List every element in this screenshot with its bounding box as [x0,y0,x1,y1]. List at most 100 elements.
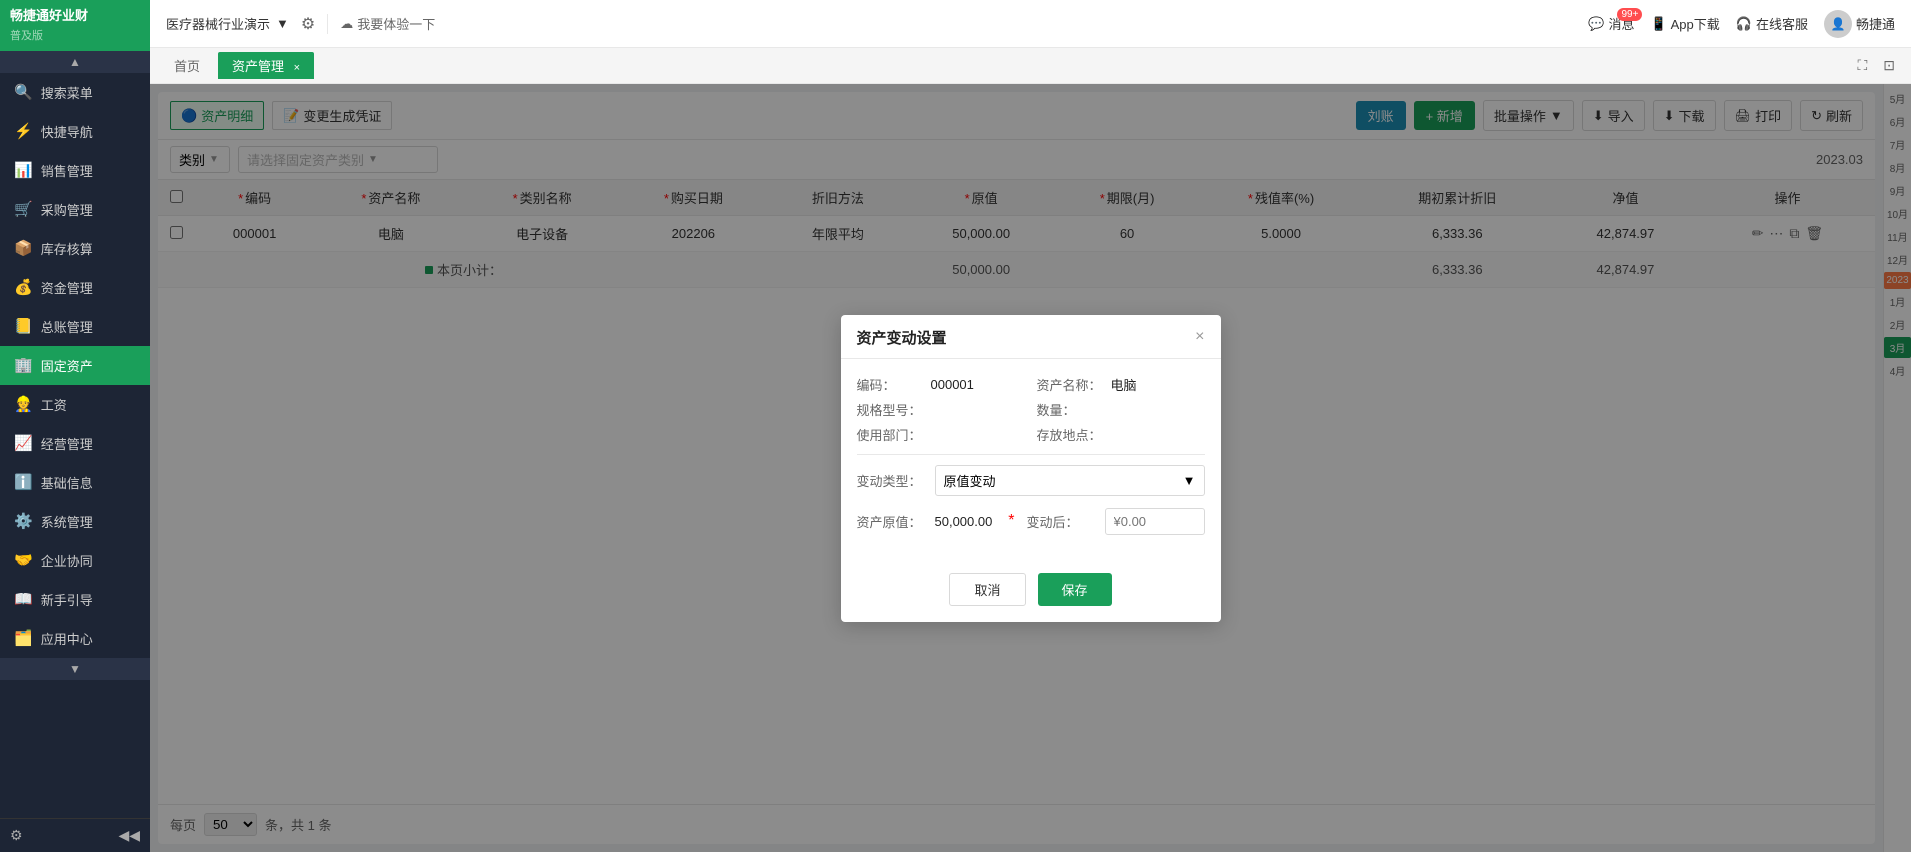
tab-asset-label: 资产管理 [232,59,284,74]
tab-home[interactable]: 首页 [160,52,214,79]
topbar-right: 💬 消息 99+ 📱 App下载 🎧 在线客服 👤 畅捷通 [1588,10,1895,38]
sidebar-item-basic-info[interactable]: ℹ️ 基础信息 [0,463,150,502]
company-selector[interactable]: 医疗器械行业演示 ▼ [166,14,289,33]
sidebar-item-label: 基础信息 [41,473,93,492]
sidebar-item-finance[interactable]: 💰 资金管理 [0,268,150,307]
modal-change-type-select[interactable]: 原值变动 ▼ [935,465,1205,496]
sidebar-item-purchase[interactable]: 🛒 采购管理 [0,190,150,229]
inventory-icon: 📦 [14,239,33,257]
sidebar-item-guide[interactable]: 📖 新手引导 [0,580,150,619]
enterprise-icon: 🤝 [14,551,33,569]
sidebar-scroll-up[interactable]: ▲ [0,51,150,73]
modal-name-row: 资产名称： 电脑 [1037,375,1205,394]
basic-info-icon: ℹ️ [14,473,33,491]
finance-icon: 💰 [14,278,33,296]
sidebar-item-fixed-assets[interactable]: 🏢 固定资产 [0,346,150,385]
modal-code-value: 000001 [931,377,974,392]
modal-footer: 取消 保存 [841,563,1221,622]
sidebar-item-label: 系统管理 [41,512,93,531]
modal-overlay: 资产变动设置 × 编码： 000001 资产名称： 电脑 [150,84,1911,852]
search-icon: 🔍 [14,83,33,101]
purchase-icon: 🛒 [14,200,33,218]
feedback-label: 我要体验一下 [357,14,435,33]
divider [327,14,328,34]
messages-icon: 💬 [1588,16,1604,32]
tab-close-icon[interactable]: × [294,62,300,74]
tab-asset-management[interactable]: 资产管理 × [218,52,314,79]
modal-name-value: 电脑 [1111,375,1137,394]
company-name: 医疗器械行业演示 [166,14,270,33]
settings-button[interactable]: ⚙ [301,14,315,34]
sidebar-item-label: 快捷导航 [41,122,93,141]
sidebar-scroll-down[interactable]: ▼ [0,658,150,680]
sidebar-item-label: 工资 [41,395,67,414]
modal-code-row: 编码： 000001 [857,375,1025,394]
salary-icon: 👷 [14,395,33,413]
modal-original-value: 50,000.00 [935,514,1001,529]
after-change-input[interactable] [1105,508,1205,535]
sidebar-item-ledger[interactable]: 📒 总账管理 [0,307,150,346]
sidebar-item-label: 企业协同 [41,551,93,570]
sidebar-item-search[interactable]: 🔍 搜索菜单 [0,73,150,112]
modal-change-type-label: 变动类型： [857,471,927,490]
modal-close-button[interactable]: × [1195,328,1204,346]
online-service-label: 在线客服 [1756,14,1808,33]
modal-qty-label: 数量： [1037,400,1107,419]
sidebar-item-salary[interactable]: 👷 工资 [0,385,150,424]
sidebar-item-label: 库存核算 [41,239,93,258]
main-content: 医疗器械行业演示 ▼ ⚙ ☁ 我要体验一下 💬 消息 99+ 📱 App下载 🎧… [150,0,1911,852]
username: 畅捷通 [1856,14,1895,33]
user-button[interactable]: 👤 畅捷通 [1824,10,1895,38]
modal-original-value-row: 资产原值： 50,000.00 * 变动后： [857,508,1205,535]
modal-code-label: 编码： [857,375,927,394]
sidebar-item-sales[interactable]: 📊 销售管理 [0,151,150,190]
sidebar-item-label: 固定资产 [41,356,93,375]
tabs-bar: 首页 资产管理 × ⛶ ⊡ [150,48,1911,84]
sidebar-item-quick-nav[interactable]: ⚡ 快捷导航 [0,112,150,151]
operations-icon: 📈 [14,434,33,452]
guide-icon: 📖 [14,590,33,608]
sidebar-item-inventory[interactable]: 📦 库存核算 [0,229,150,268]
sidebar-header: 畅捷通好业财 普及版 [0,0,150,51]
messages-button[interactable]: 💬 消息 99+ [1588,14,1634,33]
sidebar-item-system[interactable]: ⚙️ 系统管理 [0,502,150,541]
topbar: 医疗器械行业演示 ▼ ⚙ ☁ 我要体验一下 💬 消息 99+ 📱 App下载 🎧… [150,0,1911,48]
cancel-button[interactable]: 取消 [949,573,1025,606]
modal-title: 资产变动设置 [857,327,947,348]
messages-badge: 99+ [1617,8,1642,21]
sidebar-item-operations[interactable]: 📈 经营管理 [0,424,150,463]
feedback-button[interactable]: ☁ 我要体验一下 [340,14,435,33]
sidebar-item-label: 搜索菜单 [41,83,93,102]
change-type-value: 原值变动 [944,471,996,490]
sidebar-item-label: 经营管理 [41,434,93,453]
system-icon: ⚙️ [14,512,33,530]
avatar: 👤 [1824,10,1852,38]
tab-expand-button[interactable]: ⛶ [1851,55,1873,76]
save-button[interactable]: 保存 [1038,573,1112,606]
modal-spec-row: 规格型号： [857,400,1025,419]
app-center-icon: 🗂️ [14,629,33,647]
online-service-icon: 🎧 [1736,16,1752,32]
app-edition: 普及版 [10,27,88,43]
sidebar-item-label: 采购管理 [41,200,93,219]
sidebar-item-app-center[interactable]: 🗂️ 应用中心 [0,619,150,658]
app-download-button[interactable]: 📱 App下载 [1650,14,1719,33]
online-service-button[interactable]: 🎧 在线客服 [1736,14,1808,33]
settings-icon[interactable]: ⚙ [10,827,23,844]
tabs-right: ⛶ ⊡ [1851,55,1901,76]
sidebar-item-label: 资金管理 [41,278,93,297]
asset-change-modal: 资产变动设置 × 编码： 000001 资产名称： 电脑 [841,315,1221,622]
modal-location-label: 存放地点： [1037,425,1107,444]
tab-maximize-button[interactable]: ⊡ [1877,55,1901,76]
modal-location-row: 存放地点： [1037,425,1205,444]
fixed-assets-icon: 🏢 [14,356,33,374]
company-dropdown-icon: ▼ [276,16,289,31]
modal-name-label: 资产名称： [1037,375,1107,394]
modal-dept-label: 使用部门： [857,425,927,444]
sidebar-item-enterprise[interactable]: 🤝 企业协同 [0,541,150,580]
quick-nav-icon: ⚡ [14,122,33,140]
modal-qty-row: 数量： [1037,400,1205,419]
collapse-icon[interactable]: ◀◀ [118,827,140,844]
modal-change-type-row: 变动类型： 原值变动 ▼ [857,465,1205,496]
sidebar: 畅捷通好业财 普及版 ▲ 🔍 搜索菜单 ⚡ 快捷导航 📊 销售管理 🛒 采购管理… [0,0,150,852]
